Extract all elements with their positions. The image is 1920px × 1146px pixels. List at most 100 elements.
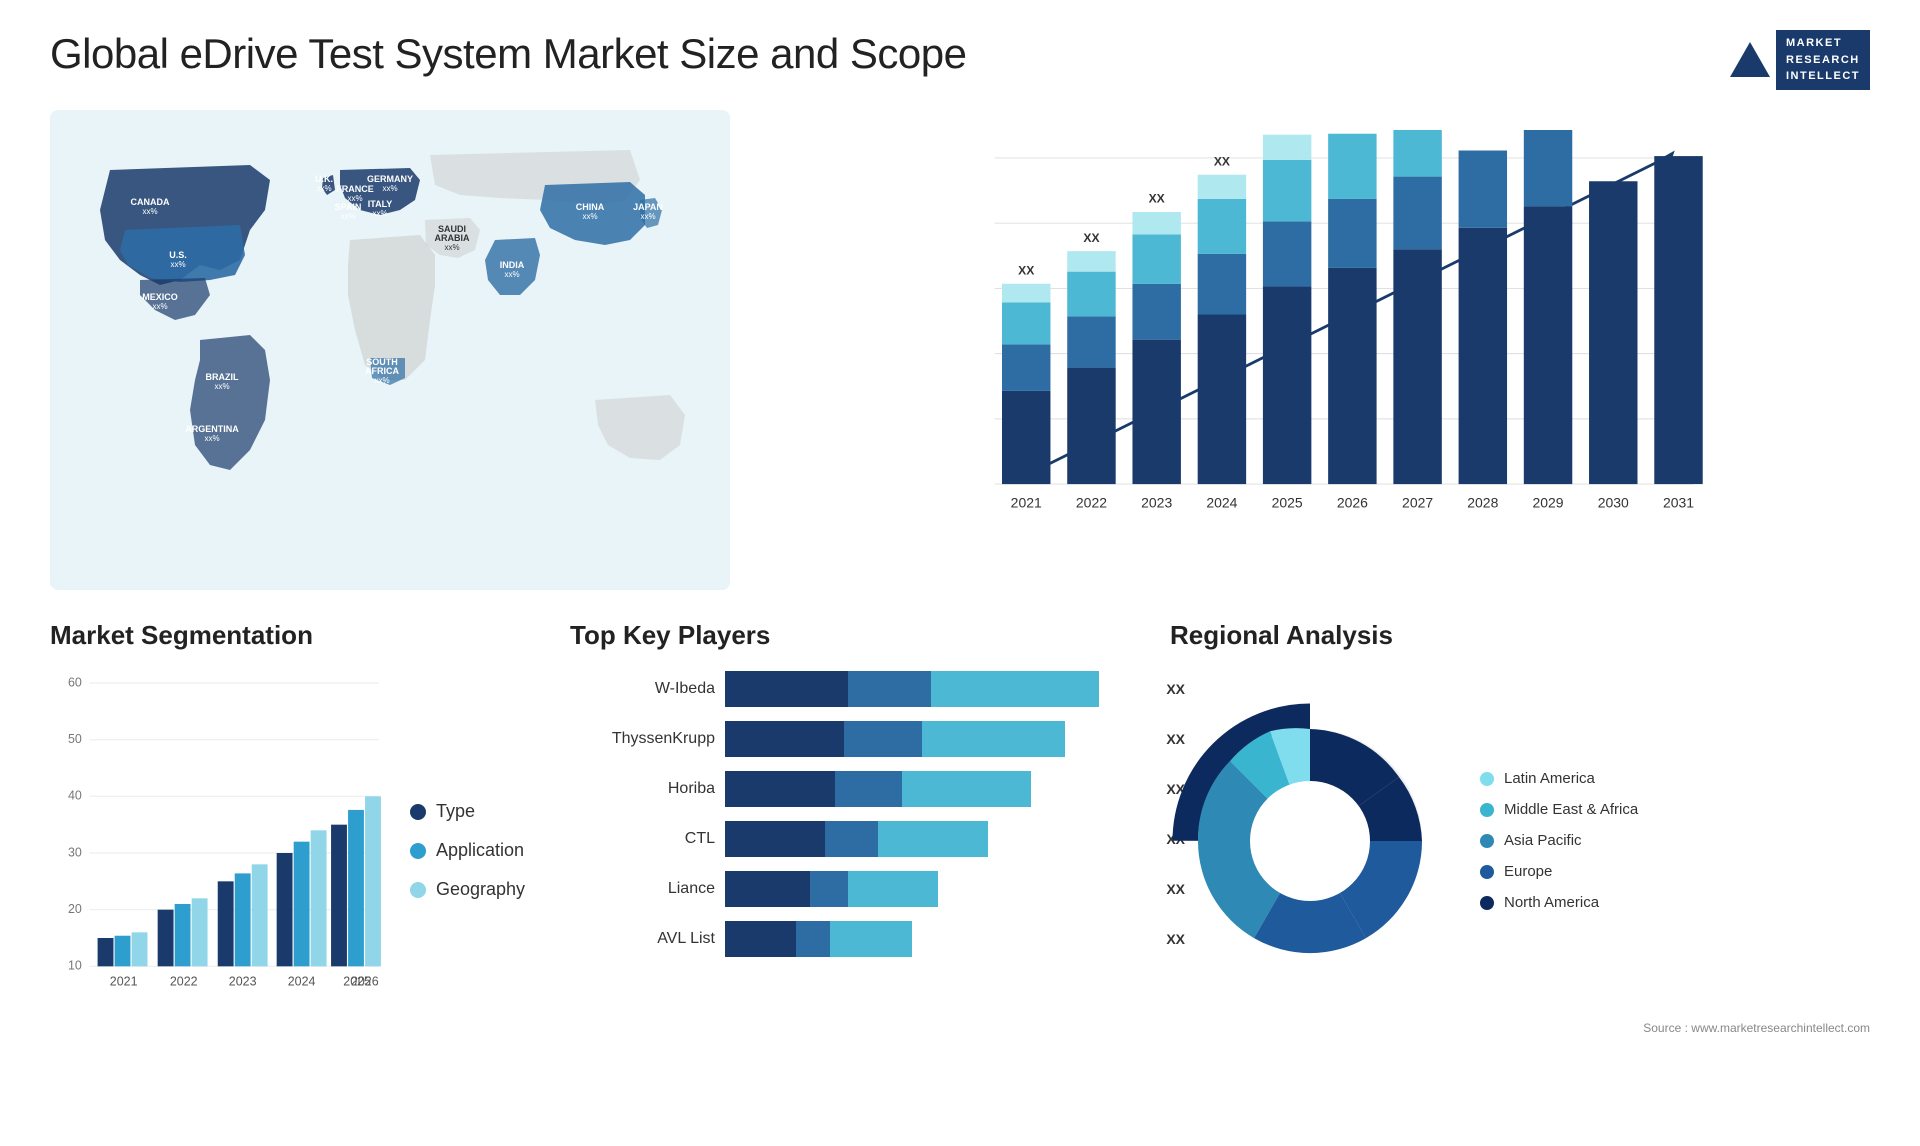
svg-text:xx%: xx% xyxy=(170,260,185,269)
svg-text:INDIA: INDIA xyxy=(500,260,525,270)
latin-america-label: Latin America xyxy=(1504,770,1595,787)
svg-text:CHINA: CHINA xyxy=(576,202,605,212)
page-title: Global eDrive Test System Market Size an… xyxy=(50,30,966,78)
header: Global eDrive Test System Market Size an… xyxy=(50,30,1870,90)
type-label: Type xyxy=(436,801,475,822)
svg-text:xx%: xx% xyxy=(374,376,389,385)
svg-text:2031: 2031 xyxy=(1663,494,1694,510)
svg-text:ARABIA: ARABIA xyxy=(435,233,470,243)
europe-dot xyxy=(1480,865,1494,879)
svg-text:2026: 2026 xyxy=(1337,494,1368,510)
key-players-container: Top Key Players W-Ibeda XX ThyssenKrupp xyxy=(570,620,1150,1040)
bar-chart-container: XX XX XX XX xyxy=(750,110,1870,590)
legend-type: Type xyxy=(410,801,550,822)
player-bar-horiba: XX xyxy=(725,771,1150,807)
svg-text:xx%: xx% xyxy=(204,434,219,443)
svg-text:2024: 2024 xyxy=(288,974,316,988)
svg-text:10: 10 xyxy=(68,958,82,972)
player-bar-avl: XX xyxy=(725,921,1150,957)
svg-text:2028: 2028 xyxy=(1467,494,1498,510)
segmentation-chart: 60 50 40 30 20 10 xyxy=(50,666,390,1006)
svg-text:xx%: xx% xyxy=(142,207,157,216)
svg-text:2029: 2029 xyxy=(1533,494,1564,510)
logo: MARKET RESEARCH INTELLECT xyxy=(1730,30,1870,90)
svg-text:SPAIN: SPAIN xyxy=(335,202,362,212)
svg-text:XX: XX xyxy=(1083,230,1099,244)
logo-triangle xyxy=(1730,42,1770,77)
svg-text:xx%: xx% xyxy=(640,212,655,221)
geography-label: Geography xyxy=(436,879,525,900)
player-row-horiba: Horiba XX xyxy=(570,771,1150,807)
middle-east-label: Middle East & Africa xyxy=(1504,801,1638,818)
svg-text:2021: 2021 xyxy=(110,974,138,988)
svg-text:2026: 2026 xyxy=(351,974,379,988)
svg-text:xx%: xx% xyxy=(152,302,167,311)
asia-pacific-label: Asia Pacific xyxy=(1504,832,1582,849)
legend-latin-america: Latin America xyxy=(1480,770,1870,787)
svg-text:ITALY: ITALY xyxy=(368,199,393,209)
player-value-wibeda: XX xyxy=(1166,681,1185,697)
asia-pacific-dot xyxy=(1480,834,1494,848)
latin-america-dot xyxy=(1480,772,1494,786)
svg-text:U.S.: U.S. xyxy=(169,250,187,260)
donut-area: Latin America Middle East & Africa Asia … xyxy=(1170,671,1870,1011)
logo-text: MARKET RESEARCH INTELLECT xyxy=(1776,30,1870,90)
legend-north-america: North America xyxy=(1480,894,1870,911)
svg-text:JAPAN: JAPAN xyxy=(633,202,663,212)
top-section: CANADA xx% U.S. xx% MEXICO xx% BRAZIL xx… xyxy=(50,110,1870,590)
svg-text:2023: 2023 xyxy=(229,974,257,988)
player-row-thyssen: ThyssenKrupp XX xyxy=(570,721,1150,757)
segmentation-title: Market Segmentation xyxy=(50,620,550,651)
svg-text:xx%: xx% xyxy=(214,382,229,391)
legend-europe: Europe xyxy=(1480,863,1870,880)
svg-text:CANADA: CANADA xyxy=(131,197,170,207)
player-name-avl: AVL List xyxy=(570,930,715,948)
svg-text:40: 40 xyxy=(68,788,82,802)
player-row-wibeda: W-Ibeda XX xyxy=(570,671,1150,707)
player-name-liance: Liance xyxy=(570,880,715,898)
europe-label: Europe xyxy=(1504,863,1552,880)
svg-text:xx%: xx% xyxy=(582,212,597,221)
player-name-wibeda: W-Ibeda xyxy=(570,680,715,698)
player-name-thyssen: ThyssenKrupp xyxy=(570,730,715,748)
legend-application: Application xyxy=(410,840,550,861)
svg-text:BRAZIL: BRAZIL xyxy=(206,372,239,382)
north-america-dot xyxy=(1480,896,1494,910)
middle-east-dot xyxy=(1480,803,1494,817)
page-container: Global eDrive Test System Market Size an… xyxy=(0,0,1920,1146)
segmentation-content: 60 50 40 30 20 10 xyxy=(50,666,550,1006)
regional-legend: Latin America Middle East & Africa Asia … xyxy=(1480,770,1870,911)
legend-middle-east: Middle East & Africa xyxy=(1480,801,1870,818)
legend-geography: Geography xyxy=(410,879,550,900)
svg-text:2024: 2024 xyxy=(1206,494,1237,510)
svg-text:XX: XX xyxy=(1149,191,1165,205)
svg-text:AFRICA: AFRICA xyxy=(365,366,399,376)
svg-text:2022: 2022 xyxy=(1076,494,1107,510)
svg-text:20: 20 xyxy=(68,902,82,916)
source-text: Source : www.marketresearchintellect.com xyxy=(1170,1021,1870,1035)
north-america-label: North America xyxy=(1504,894,1599,911)
regional-container: Regional Analysis xyxy=(1170,620,1870,1040)
svg-text:GERMANY: GERMANY xyxy=(367,174,413,184)
svg-text:50: 50 xyxy=(68,732,82,746)
player-name-ctl: CTL xyxy=(570,830,715,848)
svg-text:FRANCE: FRANCE xyxy=(336,184,374,194)
svg-text:2030: 2030 xyxy=(1598,494,1629,510)
player-bar-thyssen: XX xyxy=(725,721,1150,757)
segmentation-legend: Type Application Geography xyxy=(410,666,550,1006)
svg-text:xx%: xx% xyxy=(372,209,387,218)
segmentation-container: Market Segmentation 60 50 40 30 20 10 xyxy=(50,620,550,1040)
player-bar-liance: XX xyxy=(725,871,1150,907)
player-bar-ctl: XX xyxy=(725,821,1150,857)
type-dot xyxy=(410,804,426,820)
svg-text:xx%: xx% xyxy=(382,184,397,193)
player-row-ctl: CTL XX xyxy=(570,821,1150,857)
svg-text:MEXICO: MEXICO xyxy=(142,292,178,302)
svg-text:2023: 2023 xyxy=(1141,494,1172,510)
svg-text:U.K.: U.K. xyxy=(315,174,333,184)
geography-dot xyxy=(410,882,426,898)
svg-text:2021: 2021 xyxy=(1011,494,1042,510)
map-container: CANADA xx% U.S. xx% MEXICO xx% BRAZIL xx… xyxy=(50,110,730,590)
svg-text:XX: XX xyxy=(1214,154,1230,168)
player-row-liance: Liance XX xyxy=(570,871,1150,907)
